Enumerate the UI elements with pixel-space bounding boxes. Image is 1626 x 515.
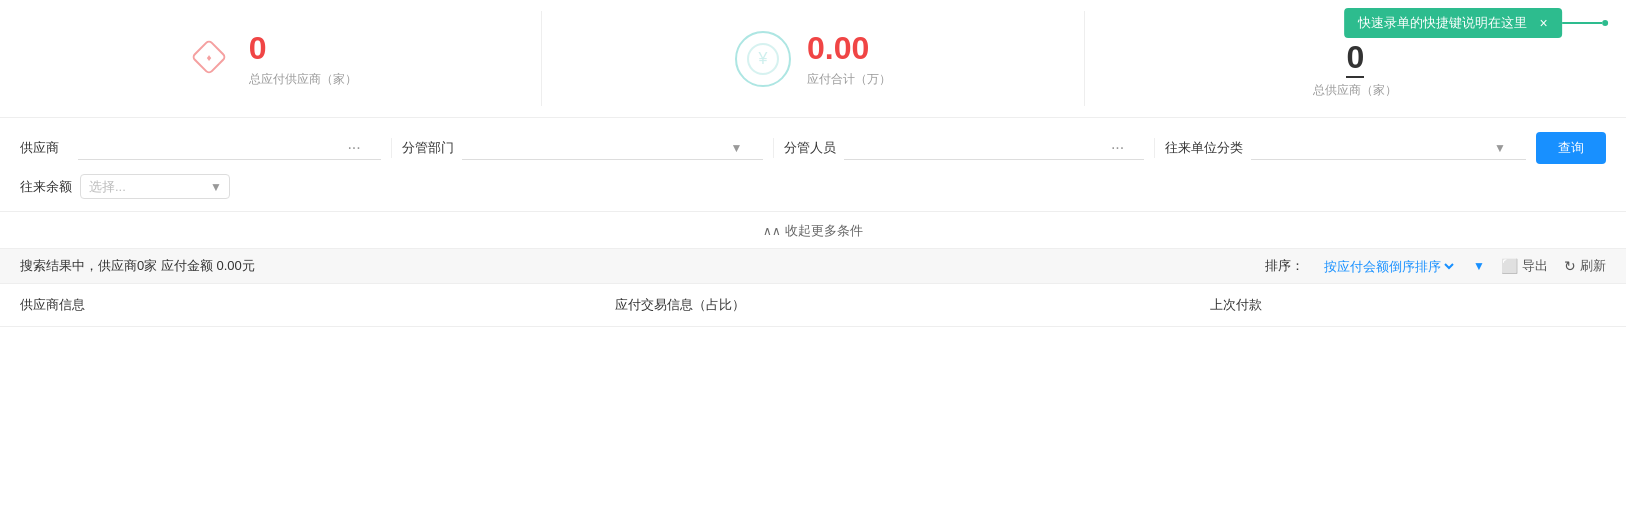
- unit-input[interactable]: [1251, 136, 1526, 160]
- person-input[interactable]: [844, 136, 1145, 160]
- dept-label: 分管部门: [402, 139, 454, 157]
- sort-arrow-icon: ▼: [1473, 259, 1485, 273]
- table-header: 供应商信息 应付交易信息（占比） 上次付款: [0, 284, 1626, 327]
- export-label: 导出: [1522, 257, 1548, 275]
- payable-total-number: 0.00: [807, 29, 891, 67]
- total-payable-suppliers-stat: ♦ 0 总应付供应商（家）: [0, 11, 542, 106]
- results-info: 搜索结果中，供应商0家 应付金额 0.00元: [20, 257, 255, 275]
- results-bar: 搜索结果中，供应商0家 应付金额 0.00元 排序： 按应付会额倒序排序 ▼ ⬜…: [0, 249, 1626, 284]
- unit-filter: 往来单位分类 ▼: [1165, 136, 1526, 160]
- refresh-icon: ↻: [1564, 258, 1576, 274]
- refresh-button[interactable]: ↻ 刷新: [1564, 257, 1606, 275]
- tooltip-popup: 快速录单的快捷键说明在这里 ×: [1344, 8, 1561, 38]
- balance-label: 往来余额: [20, 178, 72, 196]
- col-payable-info: 应付交易信息（占比）: [615, 296, 1210, 314]
- total-suppliers-number: 0: [1346, 38, 1364, 78]
- tooltip-dot: [1600, 18, 1610, 28]
- unit-label: 往来单位分类: [1165, 139, 1243, 157]
- dept-select-wrapper: ▼: [462, 136, 763, 160]
- query-button[interactable]: 查询: [1536, 132, 1606, 164]
- person-dots-btn[interactable]: ···: [1111, 139, 1124, 157]
- supplier-label: 供应商: [20, 139, 70, 157]
- sort-select[interactable]: 按应付会额倒序排序: [1320, 258, 1457, 275]
- dept-filter: 分管部门 ▼: [402, 136, 763, 160]
- balance-select[interactable]: 选择...: [80, 174, 230, 199]
- total-suppliers-stat: 快速录单的快捷键说明在这里 × 0 总供应商（家）: [1085, 0, 1626, 117]
- total-payable-number: 0: [249, 29, 357, 67]
- divider-2: [773, 138, 774, 158]
- collapse-label: 收起更多条件: [785, 222, 863, 240]
- filter-row-2: 往来余额 选择... ▼: [20, 174, 1606, 199]
- total-payable-label: 总应付供应商（家）: [249, 71, 357, 88]
- supplier-dots-btn[interactable]: ···: [347, 139, 360, 157]
- supplier-filter: 供应商 ···: [20, 136, 381, 160]
- collapse-bar: ∧∧ 收起更多条件: [0, 212, 1626, 249]
- col-last-payment: 上次付款: [1210, 296, 1607, 314]
- coin-icon: ¥: [735, 31, 791, 87]
- sort-label: 排序：: [1265, 257, 1304, 275]
- collapse-button[interactable]: ∧∧ 收起更多条件: [745, 218, 881, 244]
- payable-total-label: 应付合计（万）: [807, 71, 891, 88]
- svg-text:¥: ¥: [758, 50, 768, 67]
- col-supplier-info: 供应商信息: [20, 296, 615, 314]
- person-filter: 分管人员 ···: [784, 136, 1145, 160]
- total-suppliers-label: 总供应商（家）: [1313, 82, 1397, 99]
- collapse-up-icon: ∧∧: [763, 224, 781, 238]
- tooltip-text: 快速录单的快捷键说明在这里: [1358, 14, 1527, 32]
- supplier-input[interactable]: [78, 136, 381, 160]
- payable-total-stat: ¥ 0.00 应付合计（万）: [542, 11, 1084, 106]
- balance-select-wrapper: 选择... ▼: [80, 174, 230, 199]
- content-area: [0, 327, 1626, 515]
- refresh-label: 刷新: [1580, 257, 1606, 275]
- filter-bar: 供应商 ··· 分管部门 ▼ 分管人员 ··· 往来单位分类 ▼: [0, 118, 1626, 212]
- diamond-logo-icon: ♦: [185, 33, 233, 84]
- dept-input[interactable]: [462, 136, 763, 160]
- tooltip-close-btn[interactable]: ×: [1539, 15, 1547, 31]
- results-actions: 排序： 按应付会额倒序排序 ▼ ⬜ 导出 ↻ 刷新: [1265, 257, 1606, 275]
- export-icon: ⬜: [1501, 258, 1518, 274]
- export-button[interactable]: ⬜ 导出: [1501, 257, 1548, 275]
- person-label: 分管人员: [784, 139, 836, 157]
- filter-row-1: 供应商 ··· 分管部门 ▼ 分管人员 ··· 往来单位分类 ▼: [20, 132, 1606, 164]
- divider-1: [391, 138, 392, 158]
- divider-3: [1154, 138, 1155, 158]
- svg-text:♦: ♦: [206, 52, 211, 63]
- unit-select-wrapper: ▼: [1251, 136, 1526, 160]
- stats-bar: ♦ 0 总应付供应商（家） ¥ 0.00 应付合计（万）: [0, 0, 1626, 118]
